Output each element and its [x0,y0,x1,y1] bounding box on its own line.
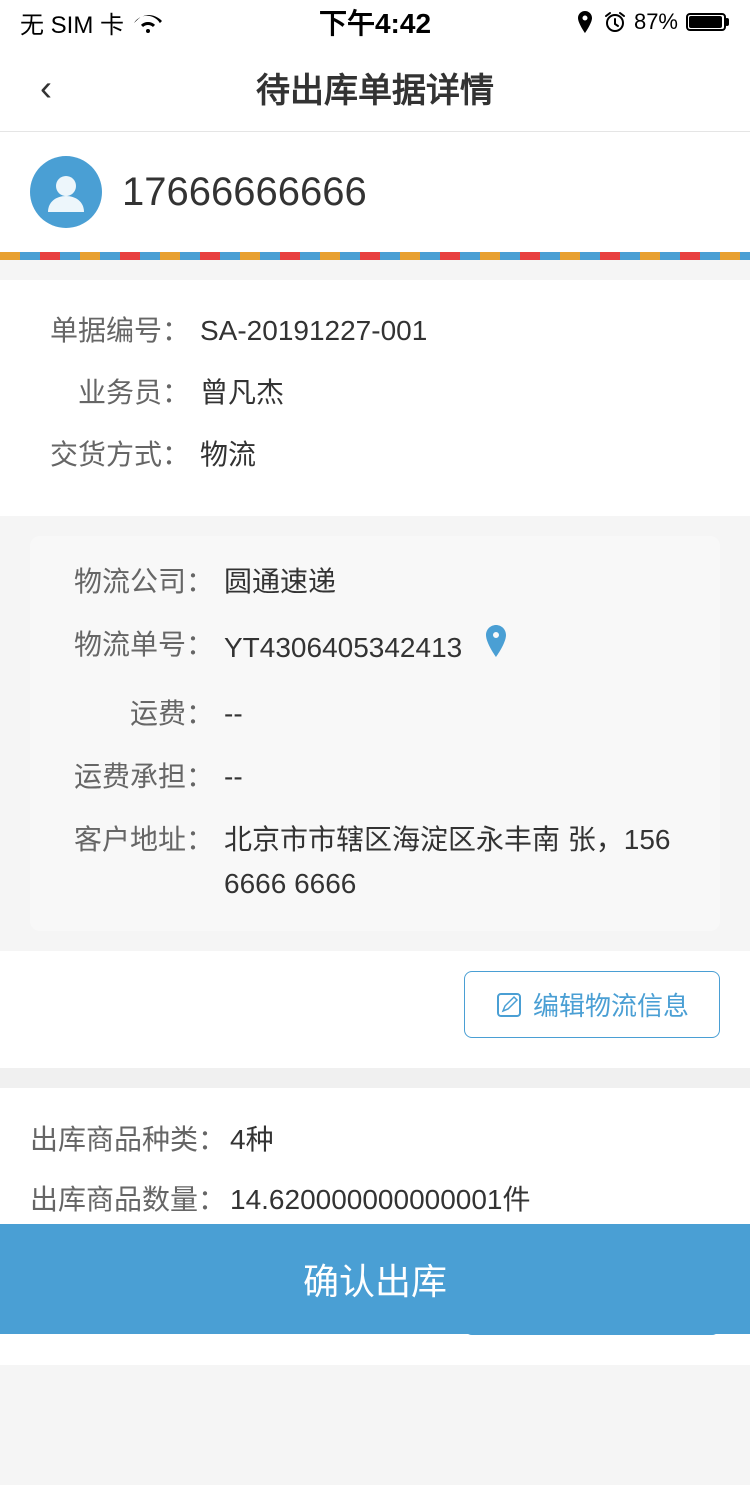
logistics-tracking-row: 物流单号： YT4306405342413 [54,623,696,674]
edit-button-row: 编辑物流信息 [0,951,750,1068]
phone-section: 17666666666 [0,132,750,252]
section-divider [0,1068,750,1088]
goods-types-label: 出库商品种类： [30,1118,230,1158]
confirm-button-label: 确认出库 [303,1253,447,1305]
nav-bar: ‹ 待出库单据详情 [0,44,750,132]
logistics-freight-bearer-label: 运费承担： [54,755,214,800]
wifi-icon [134,11,162,33]
goods-quantity-row: 出库商品数量： 14.620000000000001件 [30,1178,720,1218]
page-title: 待出库单据详情 [256,63,494,112]
salesman-row: 业务员： 曾凡杰 [30,372,720,414]
order-number-value: SA-20191227-001 [190,310,720,352]
logistics-freight-value: -- [214,692,696,737]
salesman-value: 曾凡杰 [190,372,720,414]
status-time: 下午4:42 [319,2,431,42]
logistics-address-row: 客户地址： 北京市市辖区海淀区永丰南 张，156 6666 6666 [54,818,696,908]
delivery-method-row: 交货方式： 物流 [30,434,720,476]
status-right: 87% [574,9,730,35]
goods-quantity-label: 出库商品数量： [30,1178,230,1218]
battery-icon [686,11,730,33]
avatar [30,156,102,228]
edit-icon [495,991,523,1019]
battery-text: 87% [634,9,678,35]
user-icon [42,168,90,216]
alarm-icon [604,11,626,33]
logistics-freight-row: 运费： -- [54,692,696,737]
logistics-tracking-value: YT4306405342413 [214,623,696,674]
logistics-freight-label: 运费： [54,692,214,737]
order-number-label: 单据编号： [30,310,190,352]
salesman-label: 业务员： [30,372,190,414]
confirm-button[interactable]: 确认出库 [0,1224,750,1334]
logistics-address-label: 客户地址： [54,818,214,863]
logistics-freight-bearer-value: -- [214,755,696,800]
carrier-text: 无 SIM 卡 [20,5,124,40]
back-button[interactable]: ‹ [30,57,62,119]
logistics-company-value: 圆通速递 [214,560,696,605]
delivery-method-value: 物流 [190,434,720,476]
logistics-address-value: 北京市市辖区海淀区永丰南 张，156 6666 6666 [214,818,696,908]
logistics-company-row: 物流公司： 圆通速递 [54,560,696,605]
edit-logistics-label: 编辑物流信息 [533,986,689,1023]
order-info-section: 单据编号： SA-20191227-001 业务员： 曾凡杰 交货方式： 物流 [0,280,750,516]
edit-logistics-button[interactable]: 编辑物流信息 [464,971,720,1038]
dashed-divider [0,252,750,260]
status-left: 无 SIM 卡 [20,5,162,40]
phone-number: 17666666666 [122,170,367,215]
goods-types-value: 4种 [230,1118,274,1158]
status-bar: 无 SIM 卡 下午4:42 87% [0,0,750,44]
logistics-company-label: 物流公司： [54,560,214,605]
logistics-tracking-label: 物流单号： [54,623,214,668]
logistics-card: 物流公司： 圆通速递 物流单号： YT4306405342413 运费： -- … [30,536,720,931]
goods-types-row: 出库商品种类： 4种 [30,1118,720,1158]
tracking-location-icon[interactable] [478,623,514,674]
delivery-method-label: 交货方式： [30,434,190,476]
goods-quantity-value: 14.620000000000001件 [230,1178,531,1218]
location-status-icon [574,11,596,33]
logistics-freight-bearer-row: 运费承担： -- [54,755,696,800]
order-number-row: 单据编号： SA-20191227-001 [30,310,720,352]
